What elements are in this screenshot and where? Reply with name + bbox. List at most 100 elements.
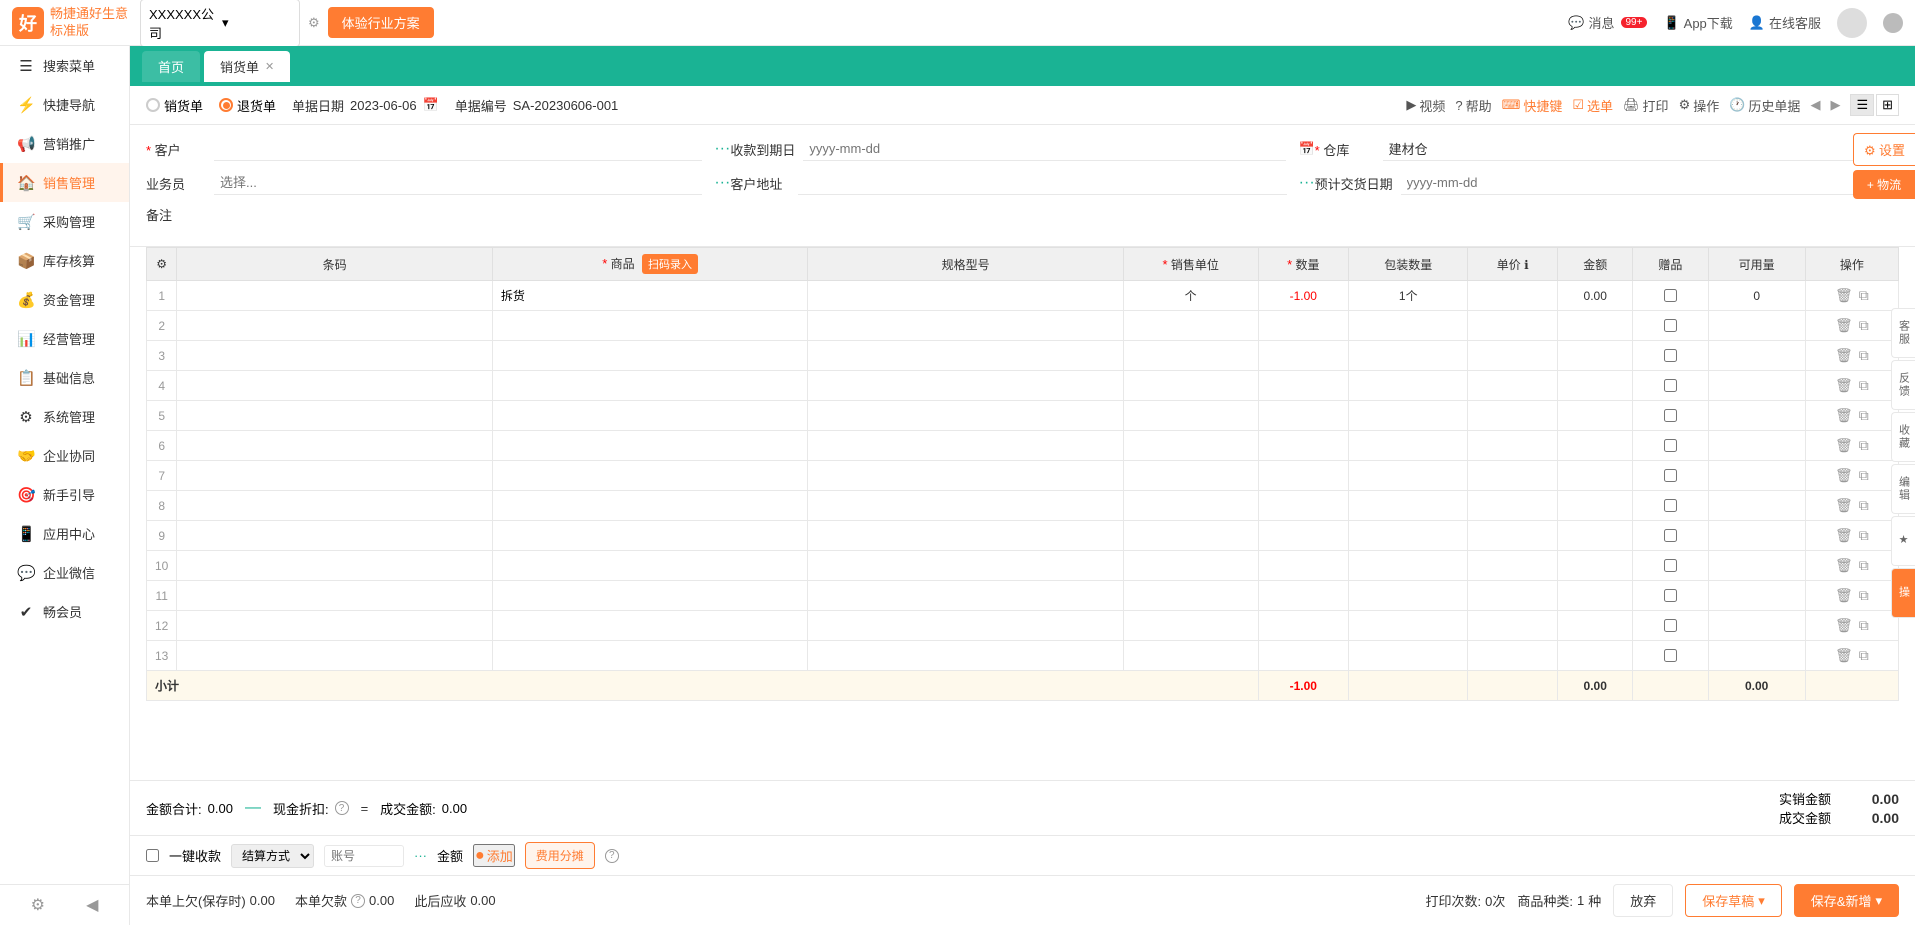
cell-unit-price[interactable]: [1468, 431, 1558, 461]
cell-gift[interactable]: [1633, 311, 1708, 341]
cell-gift[interactable]: [1633, 461, 1708, 491]
cell-unit-price[interactable]: [1468, 641, 1558, 671]
calendar-icon[interactable]: 📅: [423, 97, 439, 113]
due-date-input[interactable]: [803, 137, 1286, 161]
fee-split-button[interactable]: 费用分摊: [525, 842, 595, 869]
sidebar-item-inventory[interactable]: 📦 库存核算: [0, 241, 129, 280]
nav-next-icon[interactable]: ▶: [1830, 97, 1840, 113]
cell-product[interactable]: [492, 491, 808, 521]
fee-help-icon[interactable]: ?: [605, 849, 619, 863]
sidebar-collapse-icon[interactable]: ◀: [86, 895, 98, 915]
delete-icon[interactable]: 🗑: [1835, 587, 1853, 604]
cell-quantity[interactable]: [1258, 521, 1349, 551]
copy-icon[interactable]: ⧉: [1859, 377, 1869, 394]
cell-unit[interactable]: [1123, 641, 1258, 671]
customer-address-dots-btn[interactable]: ···: [1299, 175, 1315, 191]
cell-quantity[interactable]: [1258, 371, 1349, 401]
cell-quantity[interactable]: [1258, 641, 1349, 671]
th-settings[interactable]: ⚙: [147, 248, 177, 281]
cell-spec[interactable]: [808, 371, 1124, 401]
cell-unit-price[interactable]: [1468, 611, 1558, 641]
cell-quantity[interactable]: [1258, 311, 1349, 341]
float-item-service[interactable]: 客服: [1891, 308, 1915, 358]
cell-unit[interactable]: [1123, 311, 1258, 341]
delete-icon[interactable]: 🗑: [1835, 317, 1853, 334]
cell-product[interactable]: [492, 311, 808, 341]
cell-unit[interactable]: [1123, 371, 1258, 401]
cell-gift[interactable]: [1633, 521, 1708, 551]
cell-barcode[interactable]: [177, 431, 493, 461]
cell-quantity[interactable]: [1258, 581, 1349, 611]
cell-barcode[interactable]: [177, 581, 493, 611]
cell-unit-price[interactable]: [1468, 311, 1558, 341]
cell-barcode[interactable]: [177, 641, 493, 671]
cell-gift[interactable]: [1633, 551, 1708, 581]
sidebar-item-wechat[interactable]: 💬 企业微信: [0, 553, 129, 592]
cell-unit[interactable]: [1123, 521, 1258, 551]
cell-unit[interactable]: [1123, 491, 1258, 521]
avatar[interactable]: [1837, 8, 1867, 38]
cell-gift[interactable]: [1633, 371, 1708, 401]
cell-spec[interactable]: [808, 581, 1124, 611]
cell-unit[interactable]: [1123, 581, 1258, 611]
salesperson-dots-btn[interactable]: ···: [714, 175, 730, 191]
cell-product[interactable]: [492, 551, 808, 581]
cell-unit-price[interactable]: [1468, 551, 1558, 581]
salesperson-input[interactable]: [214, 171, 702, 195]
delete-icon[interactable]: 🗑: [1835, 497, 1853, 514]
cell-spec[interactable]: [808, 281, 1124, 311]
cell-unit-price[interactable]: [1468, 281, 1558, 311]
cell-unit[interactable]: [1123, 401, 1258, 431]
account-input[interactable]: [324, 845, 404, 867]
customer-input[interactable]: [214, 137, 702, 161]
abandon-button[interactable]: 放弃: [1613, 884, 1673, 917]
cell-spec[interactable]: [808, 551, 1124, 581]
cell-spec[interactable]: [808, 341, 1124, 371]
radio-return[interactable]: 退货单: [219, 96, 276, 115]
cell-unit-price[interactable]: [1468, 461, 1558, 491]
cell-product[interactable]: [492, 431, 808, 461]
save-draft-button[interactable]: 保存草稿 ▾: [1685, 884, 1782, 917]
copy-icon[interactable]: ⧉: [1859, 647, 1869, 664]
cell-gift[interactable]: [1633, 641, 1708, 671]
sidebar-item-purchase[interactable]: 🛒 采购管理: [0, 202, 129, 241]
cell-gift[interactable]: [1633, 281, 1708, 311]
save-new-button[interactable]: 保存&新增 ▾: [1794, 884, 1899, 917]
cell-unit[interactable]: 个: [1123, 281, 1258, 311]
tab-home[interactable]: 首页: [142, 51, 200, 82]
cell-product[interactable]: [492, 461, 808, 491]
cell-unit[interactable]: [1123, 461, 1258, 491]
customer-address-input[interactable]: [798, 171, 1286, 195]
cell-barcode[interactable]: [177, 401, 493, 431]
cell-unit[interactable]: [1123, 341, 1258, 371]
sidebar-item-finance[interactable]: 💰 资金管理: [0, 280, 129, 319]
cell-barcode[interactable]: [177, 341, 493, 371]
cell-gift[interactable]: [1633, 611, 1708, 641]
cell-spec[interactable]: [808, 521, 1124, 551]
copy-icon[interactable]: ⧉: [1859, 317, 1869, 334]
cell-spec[interactable]: [808, 401, 1124, 431]
cell-gift[interactable]: [1633, 581, 1708, 611]
sidebar-item-enterprise[interactable]: 🤝 企业协同: [0, 436, 129, 475]
sidebar-item-marketing[interactable]: 📢 营销推广: [0, 124, 129, 163]
cell-barcode[interactable]: [177, 281, 493, 311]
cell-product[interactable]: [492, 611, 808, 641]
delete-icon[interactable]: 🗑: [1835, 407, 1853, 424]
cell-barcode[interactable]: [177, 491, 493, 521]
cell-gift[interactable]: [1633, 341, 1708, 371]
view-list-btn[interactable]: ☰: [1850, 94, 1874, 116]
add-payment-button[interactable]: ● 添加: [473, 844, 515, 867]
sidebar-item-base-info[interactable]: 📋 基础信息: [0, 358, 129, 397]
copy-icon[interactable]: ⧉: [1859, 497, 1869, 514]
cell-product[interactable]: [492, 281, 808, 311]
cell-gift[interactable]: [1633, 491, 1708, 521]
tab-sales-order[interactable]: 销货单 ✕: [204, 51, 290, 82]
float-item-feedback[interactable]: 反馈: [1891, 360, 1915, 410]
one-click-checkbox[interactable]: [146, 849, 159, 862]
avatar-extra[interactable]: [1883, 13, 1903, 33]
float-item-orange[interactable]: 操: [1891, 568, 1915, 618]
copy-icon[interactable]: ⧉: [1859, 347, 1869, 364]
copy-icon[interactable]: ⧉: [1859, 437, 1869, 454]
delete-icon[interactable]: 🗑: [1835, 377, 1853, 394]
sidebar-item-app-center[interactable]: 📱 应用中心: [0, 514, 129, 553]
